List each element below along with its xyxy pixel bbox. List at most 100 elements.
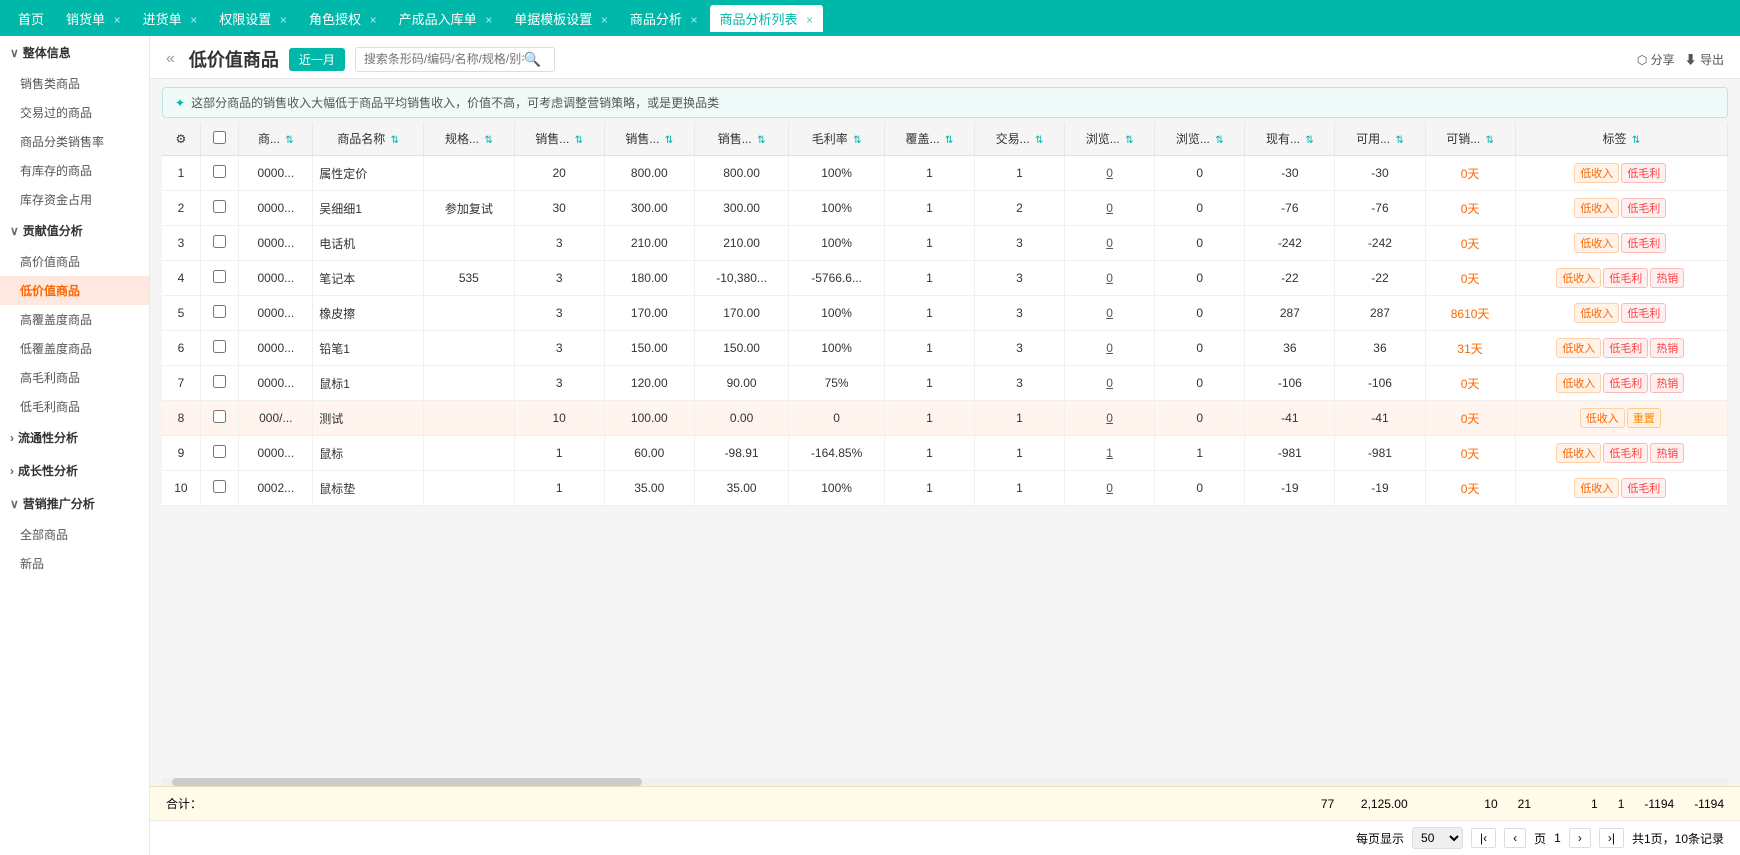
spec-column-header[interactable]: 规格... ⇅ [424,122,515,156]
sidebar-item-high-coverage[interactable]: 高覆盖度商品 [0,305,149,334]
row-view1[interactable]: 0 [1065,401,1155,436]
view2-column-header[interactable]: 浏览... ⇅ [1155,122,1245,156]
view-link[interactable]: 0 [1106,306,1113,320]
trade-column-header[interactable]: 交易... ⇅ [974,122,1064,156]
row-checkbox[interactable] [200,156,239,191]
row-view1[interactable]: 0 [1065,156,1155,191]
row-checkbox[interactable] [200,436,239,471]
stock-avail-column-header[interactable]: 可用... ⇅ [1335,122,1425,156]
nav-template[interactable]: 单据模板设置 × [504,5,618,32]
code-column-header[interactable]: 商... ⇅ [239,122,313,156]
row-select-checkbox[interactable] [213,305,226,318]
select-all-checkbox[interactable] [213,131,226,144]
sidebar-item-low-value[interactable]: 低价值商品 [0,276,149,305]
row-checkbox[interactable] [200,366,239,401]
coverage-column-header[interactable]: 覆盖... ⇅ [884,122,974,156]
close-icon[interactable]: × [690,13,697,27]
per-page-select[interactable]: 50 100 200 [1412,827,1463,849]
row-view1[interactable]: 0 [1065,226,1155,261]
close-icon[interactable]: × [280,13,287,27]
sidebar-item-sales-products[interactable]: 销售类商品 [0,69,149,98]
row-select-checkbox[interactable] [213,270,226,283]
period-button[interactable]: 近一月 [289,48,345,71]
close-icon[interactable]: × [485,13,492,27]
sidebar-collapse-button[interactable]: « [166,50,175,68]
row-select-checkbox[interactable] [213,200,226,213]
nav-product-warehouse[interactable]: 产成品入库单 × [389,5,503,32]
scrollbar-thumb[interactable] [172,778,642,786]
row-checkbox[interactable] [200,471,239,506]
sales-amt-column-header[interactable]: 销售... ⇅ [604,122,694,156]
row-select-checkbox[interactable] [213,375,226,388]
checkbox-column-header[interactable] [200,122,239,156]
close-icon[interactable]: × [114,13,121,27]
close-icon[interactable]: × [190,13,197,27]
close-icon[interactable]: × [806,13,813,27]
sidebar-item-high-value[interactable]: 高价值商品 [0,247,149,276]
nav-permissions[interactable]: 权限设置 × [209,5,297,32]
view-link[interactable]: 0 [1106,271,1113,285]
share-button[interactable]: ⬡ 分享 [1637,51,1675,68]
sidebar-item-new-products[interactable]: 新品 [0,549,149,578]
row-checkbox[interactable] [200,191,239,226]
row-view1[interactable]: 0 [1065,261,1155,296]
prev-page-button[interactable]: ‹ [1504,828,1526,848]
view-link[interactable]: 0 [1106,166,1113,180]
first-page-button[interactable]: |‹ [1471,828,1496,848]
row-view1[interactable]: 0 [1065,471,1155,506]
search-icon[interactable]: 🔍 [524,51,541,68]
row-checkbox[interactable] [200,401,239,436]
sidebar-section-marketing[interactable]: ∨ 营销推广分析 [0,487,149,520]
export-button[interactable]: ⬇ 导出 [1685,51,1724,68]
margin-column-header[interactable]: 毛利率 ⇅ [789,122,885,156]
nav-product-analysis-list[interactable]: 商品分析列表 × [710,5,824,32]
sales-avg-column-header[interactable]: 销售... ⇅ [694,122,789,156]
nav-role[interactable]: 角色授权 × [299,5,387,32]
next-page-button[interactable]: › [1569,828,1591,848]
view-link[interactable]: 0 [1106,236,1113,250]
view-link[interactable]: 0 [1106,376,1113,390]
row-view1[interactable]: 1 [1065,436,1155,471]
stock-current-column-header[interactable]: 现有... ⇅ [1245,122,1335,156]
row-view1[interactable]: 0 [1065,296,1155,331]
stock-sell-column-header[interactable]: 可销... ⇅ [1425,122,1515,156]
sidebar-item-traded-products[interactable]: 交易过的商品 [0,98,149,127]
sidebar-item-stocked-products[interactable]: 有库存的商品 [0,156,149,185]
view1-column-header[interactable]: 浏览... ⇅ [1065,122,1155,156]
view-link[interactable]: 1 [1106,446,1113,460]
sidebar-item-low-coverage[interactable]: 低覆盖度商品 [0,334,149,363]
view-link[interactable]: 0 [1106,481,1113,495]
view-link[interactable]: 0 [1106,341,1113,355]
search-input[interactable] [364,52,524,66]
row-checkbox[interactable] [200,331,239,366]
sidebar-item-category-sales-rate[interactable]: 商品分类销售率 [0,127,149,156]
row-checkbox[interactable] [200,296,239,331]
row-select-checkbox[interactable] [213,340,226,353]
sidebar-section-flow[interactable]: › 流通性分析 [0,421,149,454]
sales-qty-column-header[interactable]: 销售... ⇅ [514,122,604,156]
sidebar-item-high-margin[interactable]: 高毛利商品 [0,363,149,392]
row-view1[interactable]: 0 [1065,331,1155,366]
row-select-checkbox[interactable] [213,235,226,248]
name-column-header[interactable]: 商品名称 ⇅ [313,122,424,156]
nav-purchase[interactable]: 进货单 × [133,5,208,32]
last-page-button[interactable]: ›| [1599,828,1624,848]
nav-sales[interactable]: 销货单 × [56,5,131,32]
row-checkbox[interactable] [200,226,239,261]
sidebar-section-general[interactable]: ∨ 整体信息 [0,36,149,69]
row-view1[interactable]: 0 [1065,191,1155,226]
horizontal-scrollbar[interactable] [162,778,1728,786]
sidebar-item-low-margin[interactable]: 低毛利商品 [0,392,149,421]
nav-product-analysis[interactable]: 商品分析 × [620,5,708,32]
tags-column-header[interactable]: 标签 ⇅ [1515,122,1727,156]
sidebar-item-stock-funds[interactable]: 库存资金占用 [0,185,149,214]
close-icon[interactable]: × [601,13,608,27]
settings-column-header[interactable]: ⚙ [162,122,200,156]
row-select-checkbox[interactable] [213,480,226,493]
view-link[interactable]: 0 [1106,411,1113,425]
nav-home[interactable]: 首页 [8,5,54,32]
close-icon[interactable]: × [370,13,377,27]
sidebar-item-all-products[interactable]: 全部商品 [0,520,149,549]
sidebar-section-growth[interactable]: › 成长性分析 [0,454,149,487]
row-select-checkbox[interactable] [213,445,226,458]
